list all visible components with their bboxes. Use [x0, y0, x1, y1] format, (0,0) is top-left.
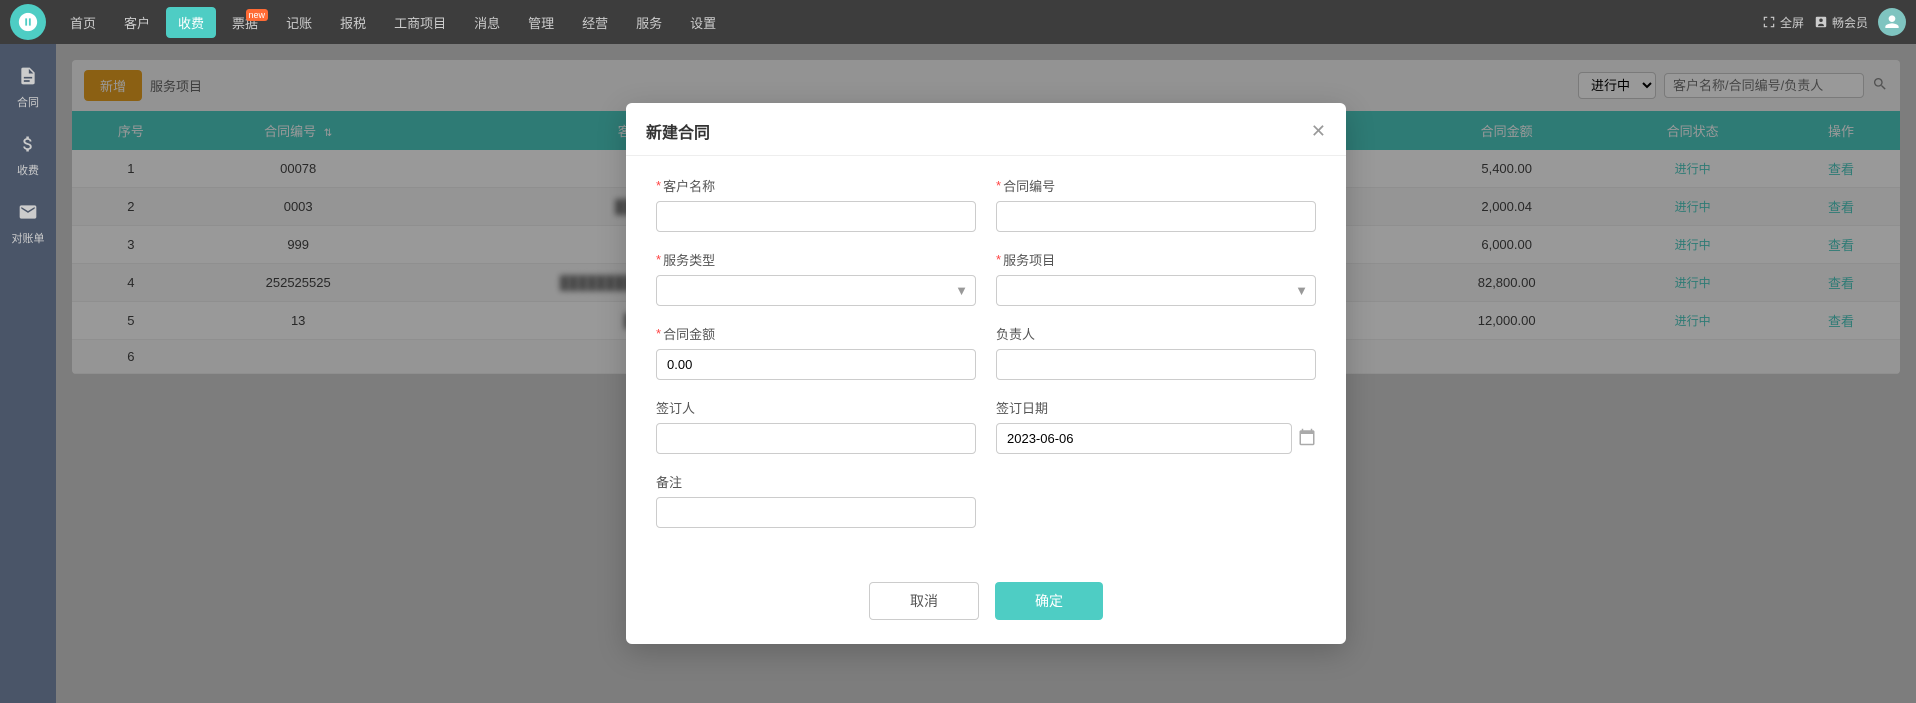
- nav-invoice[interactable]: 票据 new: [220, 7, 270, 38]
- app-logo: [10, 4, 46, 40]
- fullscreen-button[interactable]: 全屏: [1762, 14, 1804, 31]
- form-row-2: * 服务类型 ▼ * 服务项目: [656, 250, 1316, 306]
- modal-title: 新建合同: [646, 119, 710, 143]
- sidebar: 合同 收费 对账单: [0, 44, 56, 703]
- sidebar-bill-label: 对账单: [12, 230, 45, 246]
- service-item-label: * 服务项目: [996, 250, 1316, 269]
- modal-close-button[interactable]: ✕: [1311, 122, 1326, 140]
- field-amount: * 合同金额 0.00: [656, 324, 976, 380]
- nav-bookkeeping[interactable]: 记账: [274, 7, 324, 38]
- field-customer-name: * 客户名称: [656, 176, 976, 232]
- nav-operation[interactable]: 经营: [570, 7, 620, 38]
- field-service-item: * 服务项目 ▼: [996, 250, 1316, 306]
- field-sign-date: 签订日期 2023-06-06: [996, 398, 1316, 454]
- bill-icon: [14, 198, 42, 226]
- signer-input[interactable]: [656, 423, 976, 454]
- responsible-input[interactable]: [996, 349, 1316, 380]
- customer-name-label: * 客户名称: [656, 176, 976, 195]
- sign-date-input[interactable]: 2023-06-06: [996, 423, 1292, 454]
- nav-service[interactable]: 服务: [624, 7, 674, 38]
- contract-no-label: * 合同编号: [996, 176, 1316, 195]
- nav-fee[interactable]: 收费: [166, 7, 216, 38]
- service-type-wrapper: ▼: [656, 275, 976, 306]
- field-responsible: 负责人: [996, 324, 1316, 380]
- nav-business[interactable]: 工商项目: [382, 7, 458, 38]
- contract-no-input[interactable]: [996, 201, 1316, 232]
- nav-customer[interactable]: 客户: [112, 7, 162, 38]
- form-row-4: 签订人 签订日期 2023-06-06: [656, 398, 1316, 454]
- confirm-button[interactable]: 确定: [995, 582, 1103, 620]
- member-button[interactable]: 畅会员: [1814, 14, 1868, 31]
- main-layout: 合同 收费 对账单 新增 服务项目 进行中已完成已终止: [0, 44, 1916, 703]
- modal-body: * 客户名称 * 合同编号: [626, 156, 1346, 566]
- sidebar-item-fee[interactable]: 收费: [0, 122, 56, 186]
- modal-header: 新建合同 ✕: [626, 103, 1346, 156]
- field-note: 备注: [656, 472, 976, 528]
- modal-footer: 取消 确定: [626, 566, 1346, 644]
- field-service-type: * 服务类型 ▼: [656, 250, 976, 306]
- nav-home[interactable]: 首页: [58, 7, 108, 38]
- field-contract-no: * 合同编号: [996, 176, 1316, 232]
- user-avatar[interactable]: [1878, 8, 1906, 36]
- nav-tax[interactable]: 报税: [328, 7, 378, 38]
- service-type-select[interactable]: [656, 275, 976, 306]
- sidebar-item-contract[interactable]: 合同: [0, 54, 56, 118]
- service-item-select[interactable]: [996, 275, 1316, 306]
- note-label: 备注: [656, 472, 976, 491]
- sidebar-fee-label: 收费: [17, 162, 39, 178]
- sign-date-wrapper: 2023-06-06: [996, 423, 1316, 454]
- form-row-1: * 客户名称 * 合同编号: [656, 176, 1316, 232]
- nav-manage[interactable]: 管理: [516, 7, 566, 38]
- top-navigation: 首页 客户 收费 票据 new 记账 报税 工商项目 消息 管理 经营 服务 设…: [0, 0, 1916, 44]
- amount-input[interactable]: 0.00: [656, 349, 976, 380]
- sidebar-item-bill[interactable]: 对账单: [0, 190, 56, 254]
- new-contract-modal: 新建合同 ✕ * 客户名称: [626, 103, 1346, 644]
- signer-label: 签订人: [656, 398, 976, 417]
- field-signer: 签订人: [656, 398, 976, 454]
- note-input[interactable]: [656, 497, 976, 528]
- contract-icon: [14, 62, 42, 90]
- content-area: 新增 服务项目 进行中已完成已终止 序号 合同编号 ⇅ 客户名称 ⇅: [56, 44, 1916, 703]
- sign-date-label: 签订日期: [996, 398, 1316, 417]
- customer-name-input[interactable]: [656, 201, 976, 232]
- cancel-button[interactable]: 取消: [869, 582, 979, 620]
- form-row-3: * 合同金额 0.00 负责人: [656, 324, 1316, 380]
- form-row-5: 备注: [656, 472, 1316, 528]
- nav-right-area: 全屏 畅会员: [1762, 8, 1906, 36]
- new-badge: new: [246, 9, 269, 21]
- amount-label: * 合同金额: [656, 324, 976, 343]
- service-item-wrapper: ▼: [996, 275, 1316, 306]
- nav-menu: 首页 客户 收费 票据 new 记账 报税 工商项目 消息 管理 经营 服务 设…: [58, 7, 1762, 38]
- responsible-label: 负责人: [996, 324, 1316, 343]
- sidebar-contract-label: 合同: [17, 94, 39, 110]
- service-type-label: * 服务类型: [656, 250, 976, 269]
- calendar-icon[interactable]: [1298, 428, 1316, 449]
- modal-overlay: 新建合同 ✕ * 客户名称: [56, 44, 1916, 703]
- nav-settings[interactable]: 设置: [678, 7, 728, 38]
- nav-message[interactable]: 消息: [462, 7, 512, 38]
- fee-icon: [14, 130, 42, 158]
